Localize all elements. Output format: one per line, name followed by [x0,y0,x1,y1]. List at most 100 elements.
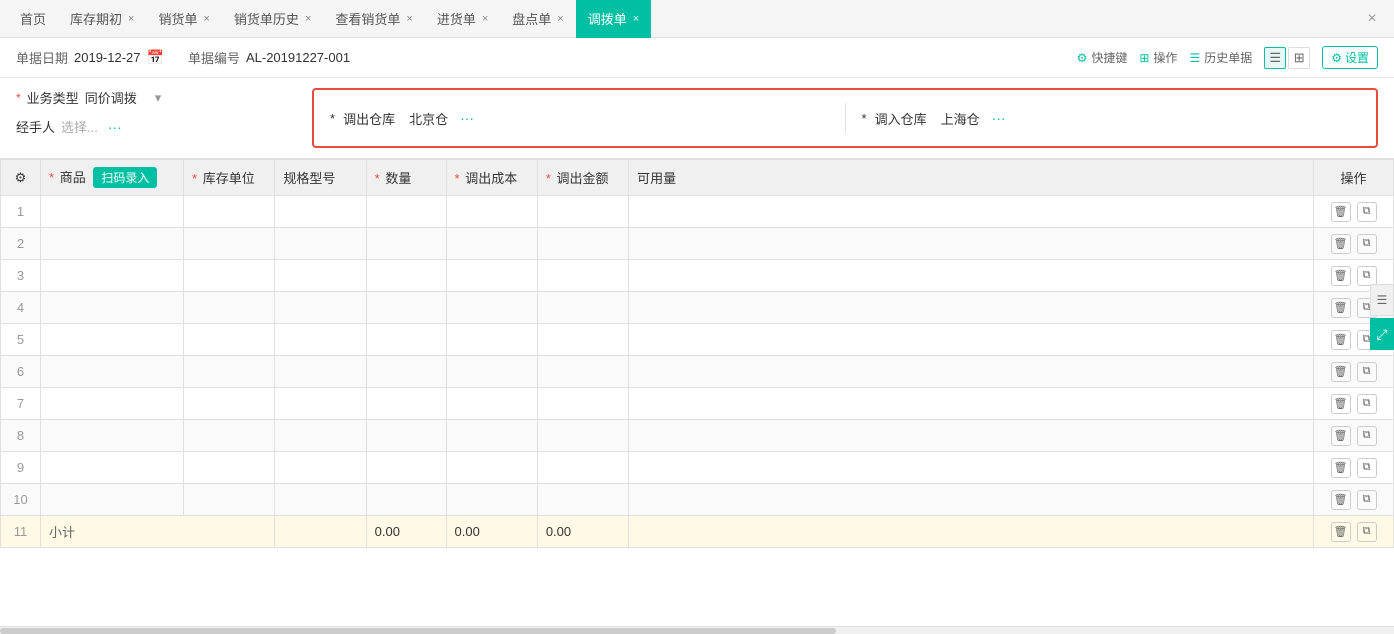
view-toggle: ☰ ⊞ [1264,47,1310,69]
out-warehouse-req: * [330,111,335,126]
table-row: 2 🗑⧉ [1,228,1394,260]
subtotal-amount: 0.00 [537,516,628,548]
delete-row-button[interactable]: 🗑 [1331,266,1351,286]
table-row: 7 🗑⧉ [1,388,1394,420]
biz-type-req: * [16,91,21,105]
copy-row-button[interactable]: ⧉ [1357,458,1377,478]
delete-row-button[interactable]: 🗑 [1331,490,1351,510]
biz-type-value[interactable]: 同价调拨 [85,88,145,107]
out-warehouse-label: 调出仓库 [343,109,395,128]
main-table: ⚙ * 商品 扫码录入 * 库存单位 规格型号 * 数量 [0,159,1394,548]
history-icon: ☰ [1189,51,1200,65]
right-panel: ☰ ⤢ [1370,284,1394,350]
biz-type-field: * 业务类型 同价调拨 ▾ [16,88,296,107]
warehouse-box: * 调出仓库 北京仓 ··· * 调入仓库 上海仓 ··· [312,88,1378,148]
tab-sales-order[interactable]: 销货单 × [146,0,221,38]
tab-home[interactable]: 首页 [8,0,58,38]
table-row: 3 🗑⧉ [1,260,1394,292]
close-window-button[interactable]: × [1358,5,1386,33]
calendar-icon[interactable]: 📅 [147,49,164,66]
column-amount: * 调出金额 [537,160,628,196]
column-gear[interactable]: ⚙ [1,160,41,196]
tab-stocktake[interactable]: 盘点单 × [500,0,575,38]
shortcuts-icon: ⚙ [1077,51,1088,65]
in-warehouse-more-icon[interactable]: ··· [992,110,1006,126]
delete-row-button[interactable]: 🗑 [1331,394,1351,414]
form-area: * 业务类型 同价调拨 ▾ 经手人 选择... ··· * 调出仓库 北京仓 ·… [0,78,1394,158]
right-panel-expand-btn[interactable]: ⤢ [1370,318,1394,350]
in-warehouse-label: 调入仓库 [875,109,927,128]
delete-subtotal-button[interactable]: 🗑 [1331,522,1351,542]
warehouse-divider [845,103,846,133]
in-warehouse-value[interactable]: 上海仓 [941,109,980,128]
tab-close-view-sales[interactable]: × [406,13,412,25]
handler-more-icon[interactable]: ··· [108,119,122,135]
in-warehouse-req: * [862,111,867,126]
tab-close-sales-history[interactable]: × [305,13,311,25]
settings-button[interactable]: ⚙ 设置 [1322,46,1378,69]
table-row: 10 🗑⧉ [1,484,1394,516]
out-warehouse-more-icon[interactable]: ··· [460,110,474,126]
tab-view-sales[interactable]: 查看销货单 × [323,0,424,38]
tab-close-purchase[interactable]: × [482,13,488,25]
delete-row-button[interactable]: 🗑 [1331,234,1351,254]
shortcuts-action[interactable]: ⚙ 快捷键 [1077,49,1128,66]
tab-bar: 首页 库存期初 × 销货单 × 销货单历史 × 查看销货单 × 进货单 × 盘点… [0,0,1394,38]
tab-close-sales-order[interactable]: × [203,13,209,25]
handler-field: 经手人 选择... ··· [16,117,296,136]
history-action[interactable]: ☰ 历史单据 [1189,49,1252,66]
biz-type-label: 业务类型 [27,88,79,107]
table-row: 1 🗑 ⧉ [1,196,1394,228]
copy-row-button[interactable]: ⧉ [1357,266,1377,286]
column-spec: 规格型号 [275,160,366,196]
tab-purchase[interactable]: 进货单 × [425,0,500,38]
tab-close-stocktake[interactable]: × [557,13,563,25]
doc-value: AL-20191227-001 [246,50,350,65]
copy-row-button[interactable]: ⧉ [1357,394,1377,414]
copy-row-button[interactable]: ⧉ [1357,426,1377,446]
tab-transfer[interactable]: 调拨单 × [576,0,651,38]
table-header-row: ⚙ * 商品 扫码录入 * 库存单位 规格型号 * 数量 [1,160,1394,196]
column-action: 操作 [1314,160,1394,196]
handler-label: 经手人 [16,117,55,136]
tab-inventory-init[interactable]: 库存期初 × [58,0,146,38]
out-warehouse-value[interactable]: 北京仓 [409,109,448,128]
copy-row-button[interactable]: ⧉ [1357,490,1377,510]
subtotal-row: 11 小计 0.00 0.00 0.00 🗑 ⧉ [1,516,1394,548]
date-field: 单据日期 2019-12-27 📅 [16,48,164,67]
tab-close-transfer[interactable]: × [633,13,639,25]
operations-action[interactable]: ⊞ 操作 [1139,49,1177,66]
date-label: 单据日期 [16,48,68,67]
list-view-btn[interactable]: ☰ [1264,47,1286,69]
header-row: 单据日期 2019-12-27 📅 单据编号 AL-20191227-001 ⚙… [0,38,1394,78]
scan-input-button[interactable]: 扫码录入 [93,167,157,188]
delete-row-button[interactable]: 🗑 [1331,426,1351,446]
delete-row-button[interactable]: 🗑 [1331,362,1351,382]
column-product: * 商品 扫码录入 [41,160,184,196]
copy-row-button[interactable]: ⧉ [1357,202,1377,222]
operations-icon: ⊞ [1139,51,1149,65]
right-panel-list-btn[interactable]: ☰ [1370,284,1394,316]
table-row: 8 🗑⧉ [1,420,1394,452]
scrollbar-thumb[interactable] [0,628,836,634]
tab-sales-history[interactable]: 销货单历史 × [222,0,323,38]
table-row: 5 🗑⧉ [1,324,1394,356]
column-available: 可用量 [629,160,1314,196]
column-unit: * 库存单位 [184,160,275,196]
delete-row-button[interactable]: 🗑 [1331,330,1351,350]
main-content: 单据日期 2019-12-27 📅 单据编号 AL-20191227-001 ⚙… [0,38,1394,634]
copy-row-button[interactable]: ⧉ [1357,234,1377,254]
handler-placeholder[interactable]: 选择... [61,117,98,136]
delete-row-button[interactable]: 🗑 [1331,202,1351,222]
tab-close-inventory-init[interactable]: × [128,13,134,25]
horizontal-scrollbar[interactable] [0,626,1394,634]
delete-row-button[interactable]: 🗑 [1331,458,1351,478]
copy-subtotal-button[interactable]: ⧉ [1357,522,1377,542]
copy-row-button[interactable]: ⧉ [1357,362,1377,382]
doc-field: 单据编号 AL-20191227-001 [188,48,350,67]
gear-icon: ⚙ [1331,51,1342,65]
delete-row-button[interactable]: 🗑 [1331,298,1351,318]
biz-type-dropdown-icon[interactable]: ▾ [155,90,162,106]
grid-view-btn[interactable]: ⊞ [1288,47,1310,69]
row-actions: 🗑 ⧉ [1322,202,1385,222]
